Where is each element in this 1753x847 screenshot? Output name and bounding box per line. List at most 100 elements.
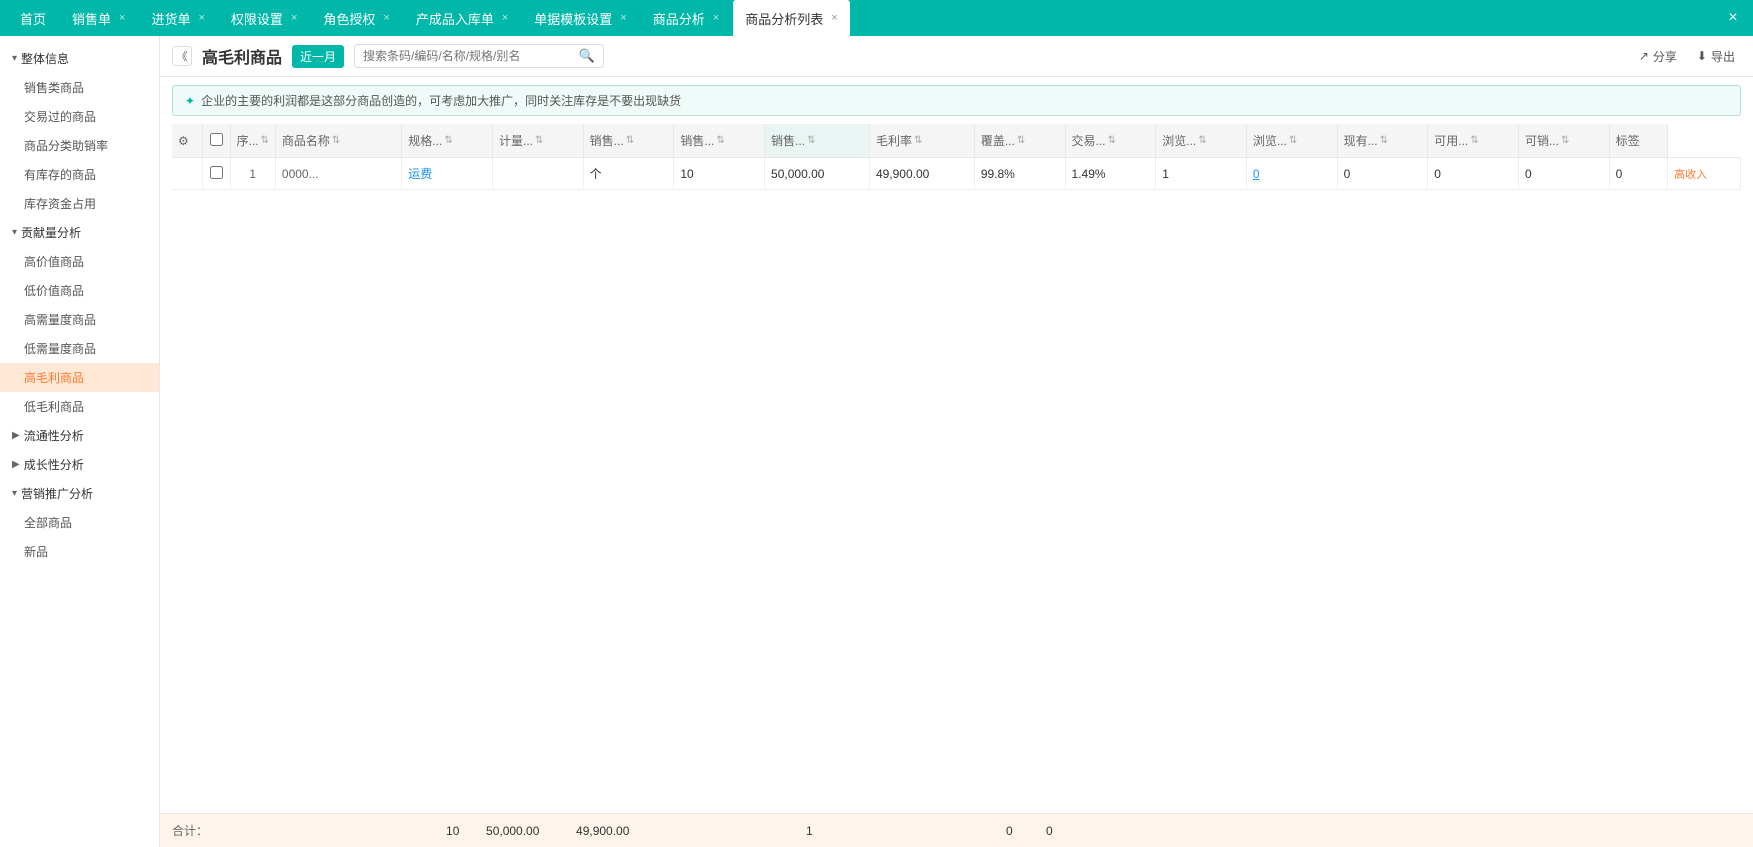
close-product-analysis-list[interactable]: × [831, 12, 837, 24]
row-sales2: 50,000.00 [765, 158, 870, 190]
nav-role-auth[interactable]: 角色授权 × [311, 0, 401, 36]
col-browse2: 浏览... ⇅ [1246, 124, 1337, 158]
row-available: 0 [1518, 158, 1609, 190]
close-sales-order[interactable]: × [119, 12, 125, 24]
sidebar-item-low-margin[interactable]: 低毛利商品 [0, 392, 159, 421]
settings-icon[interactable]: ⚙ [178, 134, 189, 148]
chevron-down-icon: ▾ [12, 53, 17, 64]
col-sales3: 销售... ⇅ [765, 124, 870, 158]
row-browse2: 0 [1337, 158, 1428, 190]
sort-icon-cr[interactable]: ⇅ [1017, 135, 1025, 146]
sidebar-group-growth[interactable]: ▶ 成长性分析 [0, 450, 159, 479]
sidebar-group-marketing[interactable]: ▾ 营销推广分析 [0, 479, 159, 508]
sidebar-item-high-demand[interactable]: 高需量度商品 [0, 305, 159, 334]
footer-available: 0 [1040, 824, 1080, 838]
sort-icon-b1[interactable]: ⇅ [1198, 135, 1206, 146]
top-navigation: 首页 销售单 × 进货单 × 权限设置 × 角色授权 × 产成品入库单 × 单据… [0, 0, 1753, 36]
table-body: 1 0000... 运费 个 10 50,000.00 49,900.00 99… [172, 158, 1741, 190]
sidebar-item-stocked-goods[interactable]: 有库存的商品 [0, 160, 159, 189]
close-template-settings[interactable]: × [620, 12, 626, 24]
row-browse1[interactable]: 0 [1246, 158, 1337, 190]
row-checkbox-cell[interactable] [202, 158, 230, 190]
nav-template-settings[interactable]: 单据模板设置 × [522, 0, 638, 36]
nav-home[interactable]: 首页 [8, 0, 58, 36]
col-checkbox[interactable] [202, 124, 230, 158]
sort-icon-pr[interactable]: ⇅ [914, 135, 922, 146]
export-button[interactable]: ⬇ 导出 [1691, 45, 1741, 68]
sort-icon-trade[interactable]: ⇅ [1108, 135, 1116, 146]
sort-icon-s3[interactable]: ⇅ [807, 135, 815, 146]
col-spec: 规格... ⇅ [402, 124, 493, 158]
nav-product-inbound[interactable]: 产成品入库单 × [404, 0, 520, 36]
row-tag: 高收入 [1668, 158, 1741, 190]
row-profit-rate: 99.8% [974, 158, 1065, 190]
search-input[interactable] [363, 49, 579, 63]
table-footer: 合计： 10 50,000.00 49,900.00 1 0 0 [160, 813, 1753, 847]
col-sellable: 可销... ⇅ [1518, 124, 1609, 158]
sidebar-collapse-button[interactable]: 《 [172, 46, 192, 66]
select-all-checkbox[interactable] [210, 133, 223, 146]
sidebar: ▾ 整体信息 销售类商品 交易过的商品 商品分类助销率 有库存的商品 库存资金占… [0, 36, 160, 847]
main-layout: ▾ 整体信息 销售类商品 交易过的商品 商品分类助销率 有库存的商品 库存资金占… [0, 36, 1753, 847]
nav-purchase-order[interactable]: 进货单 × [139, 0, 216, 36]
row-checkbox[interactable] [210, 166, 223, 179]
sidebar-item-high-value[interactable]: 高价值商品 [0, 247, 159, 276]
share-button[interactable]: ↗ 分享 [1633, 45, 1683, 68]
sidebar-item-low-value[interactable]: 低价值商品 [0, 276, 159, 305]
close-all-tabs-button[interactable]: × [1721, 6, 1745, 30]
sort-icon-unit[interactable]: ⇅ [535, 135, 543, 146]
sidebar-item-all-goods[interactable]: 全部商品 [0, 508, 159, 537]
sidebar-item-category-rate[interactable]: 商品分类助销率 [0, 131, 159, 160]
sort-icon-name[interactable]: ⇅ [332, 135, 340, 146]
content-header: 《 高毛利商品 近一月 🔍 ↗ 分享 ⬇ 导出 [160, 36, 1753, 77]
chevron-down-icon-3: ▾ [12, 488, 17, 499]
sidebar-group-contribution[interactable]: ▾ 贡献量分析 [0, 218, 159, 247]
table-wrapper: ⚙ 序... ⇅ 商品名称 [160, 124, 1753, 813]
sidebar-group-overall[interactable]: ▾ 整体信息 [0, 44, 159, 73]
sort-icon-s2[interactable]: ⇅ [716, 135, 724, 146]
table-header-row: ⚙ 序... ⇅ 商品名称 [172, 124, 1741, 158]
sidebar-item-traded-goods[interactable]: 交易过的商品 [0, 102, 159, 131]
close-permission-settings[interactable]: × [291, 12, 297, 24]
row-spec [492, 158, 583, 190]
sort-icon[interactable]: ⇅ [261, 135, 269, 146]
row-sellable: 0 [1609, 158, 1667, 190]
sort-icon-s1[interactable]: ⇅ [626, 135, 634, 146]
nav-permission-settings[interactable]: 权限设置 × [219, 0, 309, 36]
sort-icon-avail[interactable]: ⇅ [1470, 135, 1478, 146]
sort-icon-spec[interactable]: ⇅ [444, 135, 452, 146]
sidebar-item-sales-goods[interactable]: 销售类商品 [0, 73, 159, 102]
close-product-inbound[interactable]: × [502, 12, 508, 24]
close-product-analysis[interactable]: × [713, 12, 719, 24]
col-unit: 计量... ⇅ [492, 124, 583, 158]
close-purchase-order[interactable]: × [198, 12, 204, 24]
footer-trade: 1 [800, 824, 840, 838]
period-filter-button[interactable]: 近一月 [292, 45, 344, 68]
content-area: 《 高毛利商品 近一月 🔍 ↗ 分享 ⬇ 导出 ✦ 企业的主要的利润都是这部 [160, 36, 1753, 847]
sidebar-group-circulation[interactable]: ▶ 流通性分析 [0, 421, 159, 450]
row-name[interactable]: 运费 [402, 158, 493, 190]
col-cover-rate: 覆盖... ⇅ [974, 124, 1065, 158]
col-settings[interactable]: ⚙ [172, 124, 202, 158]
data-table: ⚙ 序... ⇅ 商品名称 [172, 124, 1741, 190]
nav-product-analysis-list[interactable]: 商品分析列表 × [733, 0, 849, 36]
sort-icon-b2[interactable]: ⇅ [1289, 135, 1297, 146]
sidebar-item-stock-capital[interactable]: 库存资金占用 [0, 189, 159, 218]
nav-product-analysis[interactable]: 商品分析 × [641, 0, 731, 36]
row-trade: 1 [1156, 158, 1247, 190]
share-icon: ↗ [1639, 49, 1649, 63]
col-row-num: 序... ⇅ [230, 124, 275, 158]
sort-icon-cur[interactable]: ⇅ [1380, 135, 1388, 146]
sidebar-item-low-demand[interactable]: 低需量度商品 [0, 334, 159, 363]
row-unit: 个 [583, 158, 674, 190]
row-sales3: 49,900.00 [869, 158, 974, 190]
table-row: 1 0000... 运费 个 10 50,000.00 49,900.00 99… [172, 158, 1741, 190]
nav-sales-order[interactable]: 销售单 × [60, 0, 137, 36]
col-available: 可用... ⇅ [1428, 124, 1519, 158]
sidebar-item-high-margin[interactable]: 高毛利商品 [0, 363, 159, 392]
col-profit-rate: 毛利率 ⇅ [869, 124, 974, 158]
search-icon[interactable]: 🔍 [579, 48, 595, 64]
close-role-auth[interactable]: × [383, 12, 389, 24]
sort-icon-sell[interactable]: ⇅ [1561, 135, 1569, 146]
sidebar-item-new-goods[interactable]: 新品 [0, 537, 159, 566]
